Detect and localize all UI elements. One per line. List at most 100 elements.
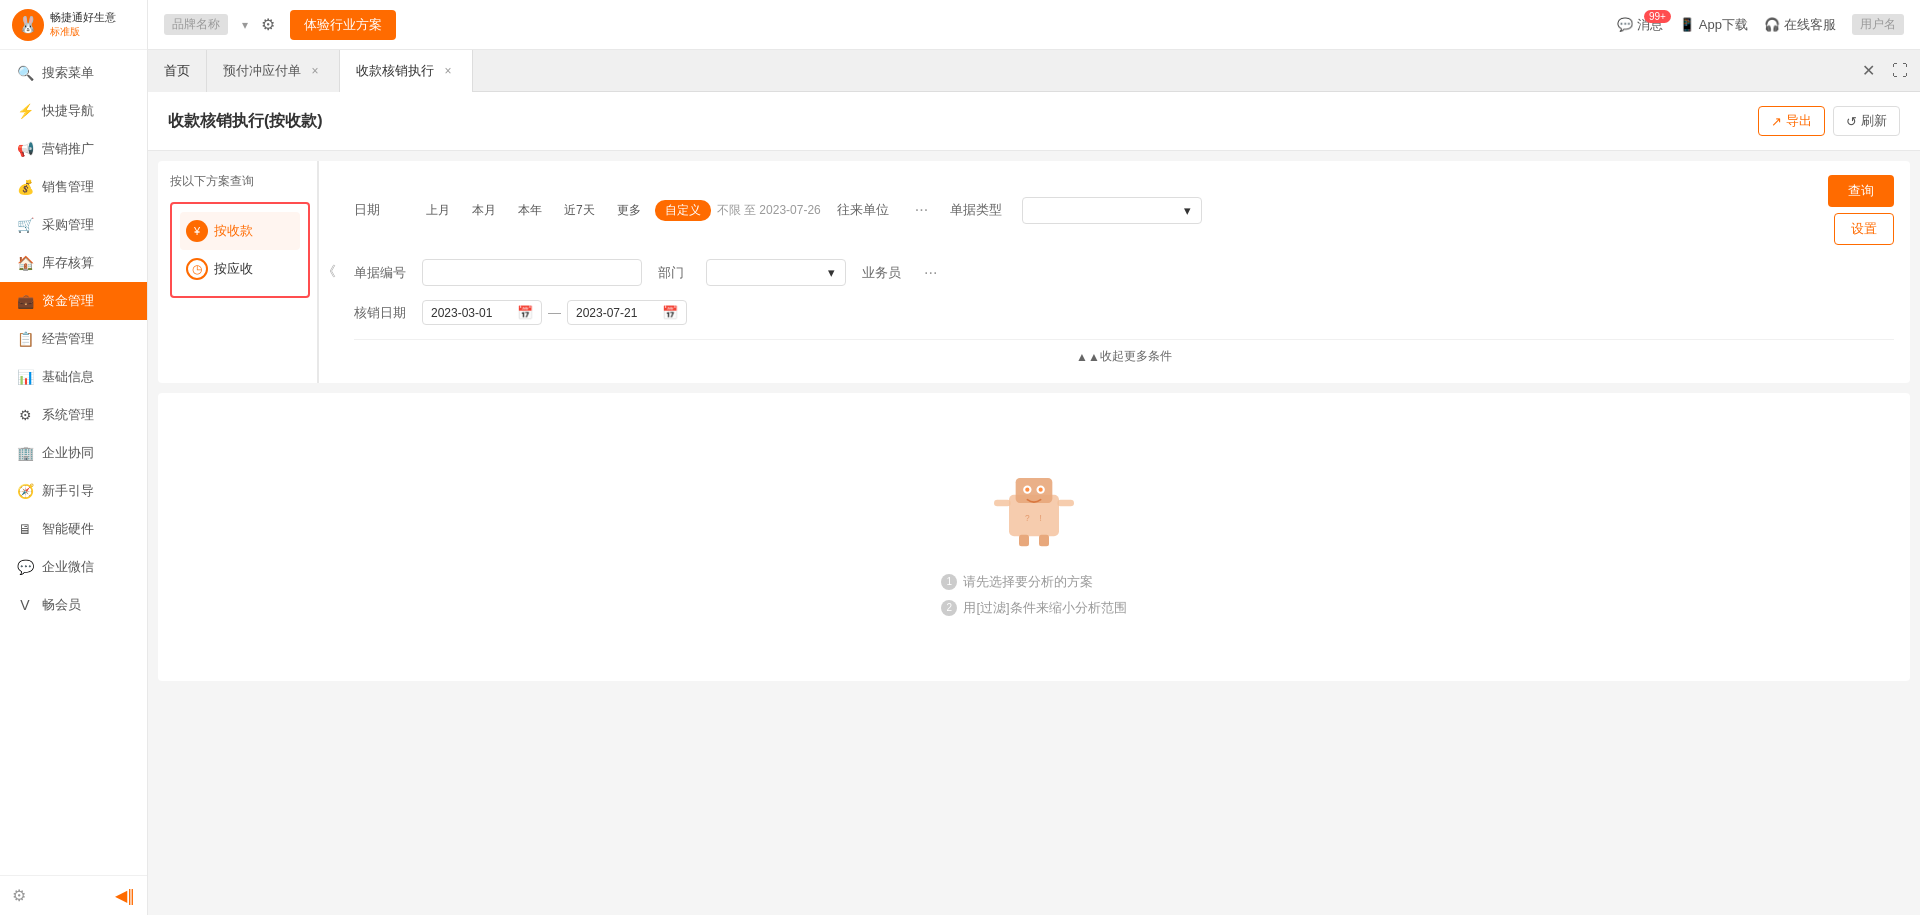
content-area: 收款核销执行(按收款) ↗ 导出 ↺ 刷新 按以下方案查询 ¥ — [148, 92, 1920, 915]
settings-gear-icon[interactable]: ⚙ — [12, 886, 26, 905]
filter-option-by-receivable[interactable]: ◷ 按应收 — [180, 250, 300, 288]
calendar-start-icon[interactable]: 📅 — [517, 305, 533, 320]
tip-number-2: 2 — [941, 600, 957, 616]
tip-text-2: 用[过滤]条件来缩小分析范围 — [963, 595, 1126, 621]
collapse-more-btn[interactable]: ▲▲ 收起更多条件 — [354, 339, 1894, 369]
doc-type-select[interactable]: ▾ — [1022, 197, 1202, 224]
shortcut-this-year[interactable]: 本年 — [510, 200, 550, 221]
tab-expand-icon[interactable]: ⛶ — [1888, 59, 1912, 83]
svg-rect-8 — [994, 500, 1011, 507]
dept-chevron-icon: ▾ — [828, 265, 835, 280]
tab-verify[interactable]: 收款核销执行 × — [340, 50, 473, 92]
shortcut-more[interactable]: 更多 — [609, 200, 649, 221]
date-shortcuts: 上月 本月 本年 近7天 更多 自定义 不限 至 2023-07-26 — [418, 200, 821, 221]
sidebar-item-basic[interactable]: 📊 基础信息 — [0, 358, 147, 396]
search-icon: 🔍 — [16, 64, 34, 82]
doc-no-input[interactable] — [422, 259, 642, 286]
filter-collapse-button[interactable]: 《 — [318, 161, 338, 383]
purchase-icon: 🛒 — [16, 216, 34, 234]
sidebar-label-finance: 资金管理 — [42, 292, 94, 310]
sidebar-item-wechat[interactable]: 💬 企业微信 — [0, 548, 147, 586]
shortcut-custom[interactable]: 自定义 — [655, 200, 711, 221]
marketing-icon: 📢 — [16, 140, 34, 158]
logo-sub: 标准版 — [50, 25, 116, 39]
tab-verify-close-icon[interactable]: × — [440, 63, 456, 79]
by-receivable-icon: ◷ — [186, 258, 208, 280]
system-icon: ⚙ — [16, 406, 34, 424]
tab-verify-label: 收款核销执行 — [356, 62, 434, 80]
sidebar-item-finance[interactable]: 💼 资金管理 — [0, 282, 147, 320]
sidebar-item-shortcut[interactable]: ⚡ 快捷导航 — [0, 92, 147, 130]
tab-home[interactable]: 首页 — [148, 50, 207, 92]
sidebar-label-basic: 基础信息 — [42, 368, 94, 386]
shortcut-7days[interactable]: 近7天 — [556, 200, 603, 221]
verify-date-start-input[interactable]: 2023-03-01 📅 — [422, 300, 542, 325]
topbar-username: 用户名 — [1852, 14, 1904, 35]
topbar-gear-icon[interactable]: ⚙ — [254, 11, 282, 39]
tab-bar-actions: ✕ ⛶ — [1856, 59, 1920, 83]
sidebar-label-operation: 经营管理 — [42, 330, 94, 348]
empty-state: ? ! 1 请先选择要分析的方案 2 用[过滤]条件来缩小分析范围 — [158, 393, 1910, 681]
svg-point-5 — [1039, 488, 1043, 492]
filter-row-2: 单据编号 部门 ▾ 业务员 ··· — [354, 259, 1894, 286]
tab-prepay[interactable]: 预付冲应付单 × — [207, 50, 340, 92]
page-header-actions: ↗ 导出 ↺ 刷新 — [1758, 106, 1900, 150]
by-receipt-icon: ¥ — [186, 220, 208, 242]
empty-tips: 1 请先选择要分析的方案 2 用[过滤]条件来缩小分析范围 — [941, 569, 1126, 621]
topbar-brand: 品牌名称 — [164, 14, 228, 35]
sidebar-item-guide[interactable]: 🧭 新手引导 — [0, 472, 147, 510]
tab-close-icon[interactable]: ✕ — [1856, 59, 1880, 83]
filter-sidebar-title: 按以下方案查询 — [170, 173, 305, 190]
topbar-app-download[interactable]: 📱 App下载 — [1679, 16, 1748, 34]
sidebar-item-hardware[interactable]: 🖥 智能硬件 — [0, 510, 147, 548]
sidebar-label-inventory: 库存核算 — [42, 254, 94, 272]
filter-main: 日期 上月 本月 本年 近7天 更多 自定义 不限 至 2023-07-26 往… — [338, 161, 1910, 383]
logo-name: 畅捷通好生意 — [50, 10, 116, 24]
sidebar-item-purchase[interactable]: 🛒 采购管理 — [0, 206, 147, 244]
svg-point-3 — [1025, 488, 1029, 492]
sidebar-item-operation[interactable]: 📋 经营管理 — [0, 320, 147, 358]
sidebar-label-member: 畅会员 — [42, 596, 81, 614]
filter-option-by-receipt[interactable]: ¥ 按收款 — [180, 212, 300, 250]
basic-icon: 📊 — [16, 368, 34, 386]
verify-date-end-input[interactable]: 2023-07-21 📅 — [567, 300, 687, 325]
sidebar-label-marketing: 营销推广 — [42, 140, 94, 158]
sidebar-item-marketing[interactable]: 📢 营销推广 — [0, 130, 147, 168]
sidebar-item-search[interactable]: 🔍 搜索菜单 — [0, 54, 147, 92]
sidebar-label-sales: 销售管理 — [42, 178, 94, 196]
sidebar-item-system[interactable]: ⚙ 系统管理 — [0, 396, 147, 434]
counterpart-ellipsis-btn[interactable]: ··· — [909, 201, 934, 219]
topbar-online-service[interactable]: 🎧 在线客服 — [1764, 16, 1836, 34]
filter-row-1: 日期 上月 本月 本年 近7天 更多 自定义 不限 至 2023-07-26 往… — [354, 175, 1894, 245]
dept-select[interactable]: ▾ — [706, 259, 846, 286]
tab-prepay-close-icon[interactable]: × — [307, 63, 323, 79]
brand-chevron-icon[interactable]: ▾ — [242, 18, 248, 32]
topbar: 品牌名称 ▾ ⚙ 体验行业方案 💬 消息 99+ 📱 App下载 🎧 在线客服 … — [148, 0, 1920, 50]
verify-date-label: 核销日期 — [354, 304, 406, 322]
app-label: App下载 — [1699, 16, 1748, 34]
shortcut-this-month[interactable]: 本月 — [464, 200, 504, 221]
solution-button[interactable]: 体验行业方案 — [290, 10, 396, 40]
export-icon: ↗ — [1771, 114, 1782, 129]
sidebar-item-member[interactable]: V 畅会员 — [0, 586, 147, 624]
query-button[interactable]: 查询 — [1828, 175, 1894, 207]
settings-button[interactable]: 设置 — [1834, 213, 1894, 245]
empty-tip-row-1: 1 请先选择要分析的方案 — [941, 569, 1126, 595]
finance-icon: 💼 — [16, 292, 34, 310]
collapse-left-icon: 《 — [322, 263, 336, 281]
verify-date-range: 2023-03-01 📅 — 2023-07-21 📅 — [422, 300, 687, 325]
sidebar-item-inventory[interactable]: 🏠 库存核算 — [0, 244, 147, 282]
refresh-button[interactable]: ↺ 刷新 — [1833, 106, 1900, 136]
collapse-sidebar-btn[interactable]: ◀‖ — [115, 886, 135, 905]
topbar-message[interactable]: 💬 消息 99+ — [1617, 16, 1663, 34]
service-icon: 🎧 — [1764, 17, 1780, 32]
svg-rect-7 — [1039, 535, 1049, 547]
shortcut-last-month[interactable]: 上月 — [418, 200, 458, 221]
export-button[interactable]: ↗ 导出 — [1758, 106, 1825, 136]
sidebar-item-sales[interactable]: 💰 销售管理 — [0, 168, 147, 206]
staff-ellipsis-btn[interactable]: ··· — [918, 264, 943, 282]
calendar-end-icon[interactable]: 📅 — [662, 305, 678, 320]
sidebar-nav: 🔍 搜索菜单 ⚡ 快捷导航 📢 营销推广 💰 销售管理 🛒 采购管理 🏠 库存核… — [0, 50, 147, 875]
date-label: 日期 — [354, 201, 402, 219]
sidebar-item-collab[interactable]: 🏢 企业协同 — [0, 434, 147, 472]
